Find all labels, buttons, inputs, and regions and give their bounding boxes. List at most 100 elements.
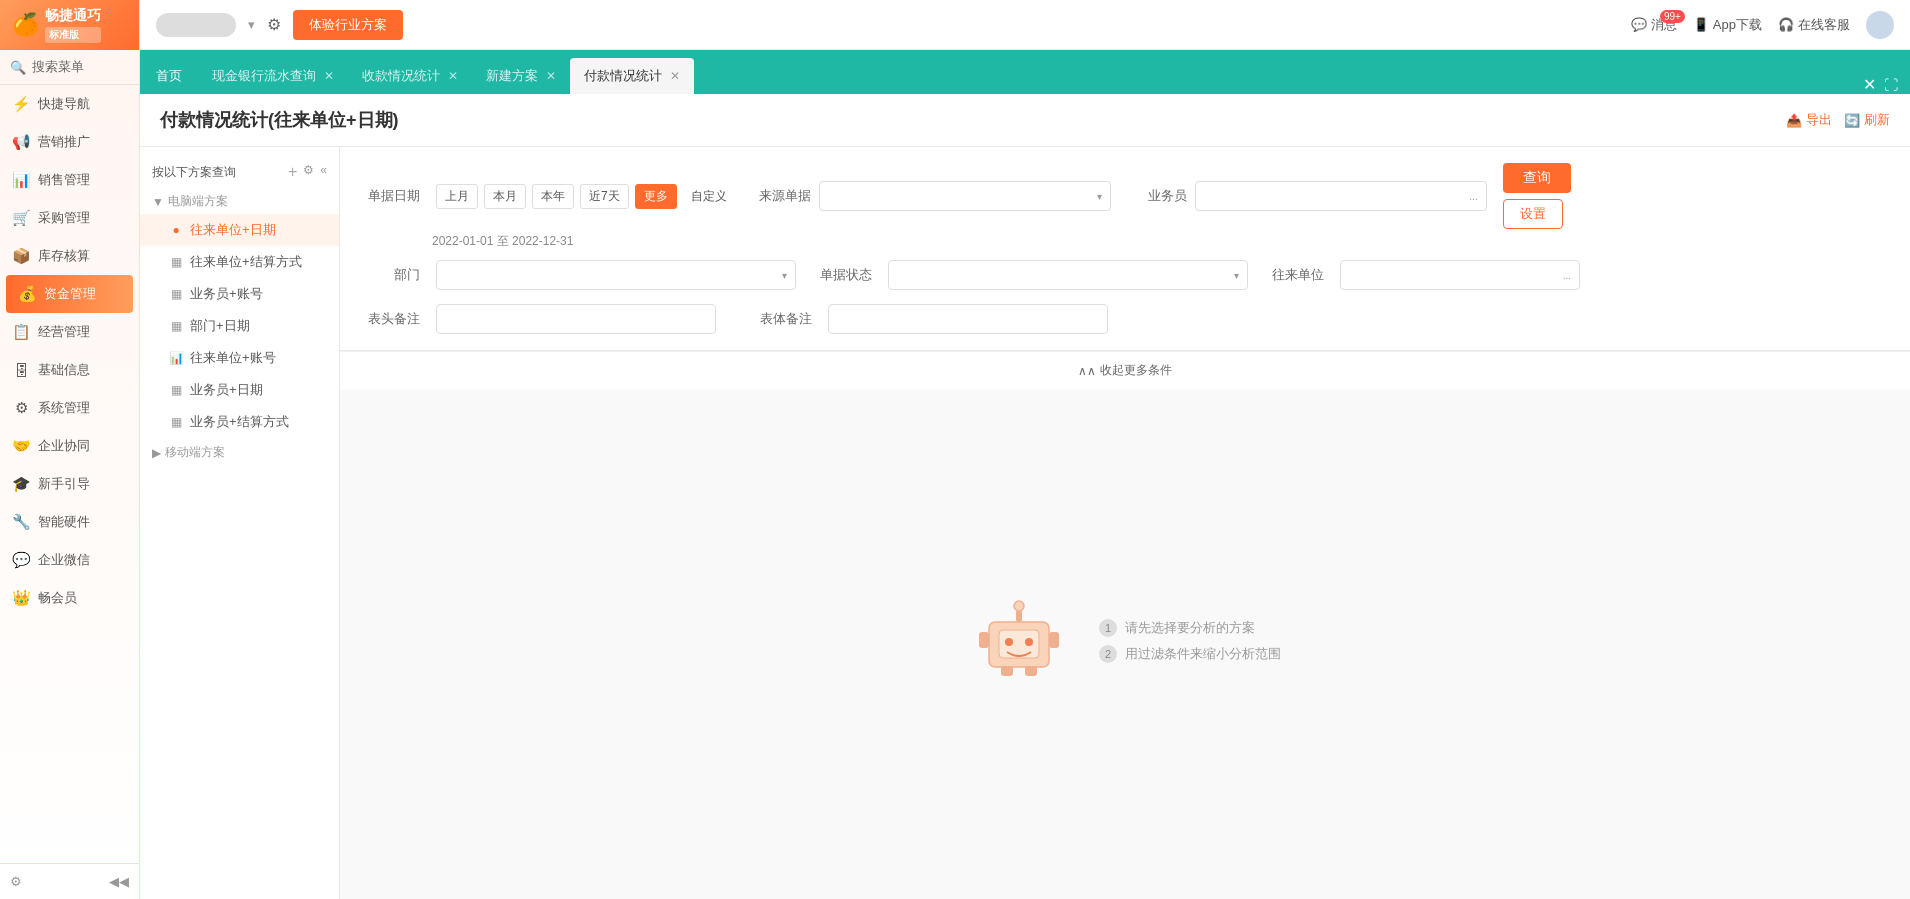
query-btn[interactable]: 查询 [1503,163,1571,193]
sidebar-item-basic-info[interactable]: 🗄 基础信息 [0,351,139,389]
sidebar-item-label: 销售管理 [38,171,90,189]
app-download-btn[interactable]: 📱 App下载 [1693,16,1762,34]
sidebar-item-inventory[interactable]: 📦 库存核算 [0,237,139,275]
source-doc-select[interactable]: ▾ [819,181,1111,211]
tab-home[interactable]: 首页 [140,58,198,94]
sidebar: 🍊 畅捷通巧 标准版 🔍 搜索菜单 ⚡ 快捷导航 📢 营销推广 📊 销售管理 🛒… [0,0,140,899]
tab-receipt-stats-label: 收款情况统计 [362,67,440,85]
sidebar-item-system[interactable]: ⚙ 系统管理 [0,389,139,427]
mobile-scheme-group[interactable]: ▶ 移动端方案 [140,438,339,465]
scheme-staff-date[interactable]: ▦ 业务员+日期 [140,374,339,406]
svg-rect-6 [1016,610,1022,622]
scheme-staff-settle[interactable]: ▦ 业务员+结算方式 [140,406,339,438]
date-more[interactable]: 更多 [635,184,677,209]
scheme-item-label: 往来单位+结算方式 [190,253,302,271]
staff-select[interactable]: ... [1195,181,1487,211]
settings-btn[interactable]: 设置 [1503,199,1563,229]
scheme-dept-date[interactable]: ▦ 部门+日期 [140,310,339,342]
trial-btn[interactable]: 体验行业方案 [293,10,403,40]
scheme-unit-settle[interactable]: ▦ 往来单位+结算方式 [140,246,339,278]
online-service-btn[interactable]: 🎧 在线客服 [1778,16,1850,34]
date-this-year[interactable]: 本年 [532,184,574,209]
user-profile-avatar[interactable] [1866,11,1894,39]
date-custom[interactable]: 自定义 [683,185,735,208]
message-icon: 💬 [1631,17,1647,32]
settings-gear-icon[interactable]: ⚙ [267,15,281,34]
svg-point-3 [1025,638,1033,646]
tab-receipt-stats[interactable]: 收款情况统计 ✕ [348,58,472,94]
collapse-bar[interactable]: ∧∧ 收起更多条件 [340,351,1910,389]
sidebar-item-quick-nav[interactable]: ⚡ 快捷导航 [0,85,139,123]
app-badge: 标准版 [45,27,101,43]
scheme-unit-account[interactable]: 📊 往来单位+账号 [140,342,339,374]
date-last-month[interactable]: 上月 [436,184,478,209]
sidebar-item-guide[interactable]: 🎓 新手引导 [0,465,139,503]
counterpart-label: 往来单位 [1264,266,1324,284]
left-panel-actions: + ⚙ « [288,163,327,181]
online-service-label: 在线客服 [1798,16,1850,34]
left-panel-header-label: 按以下方案查询 [152,164,236,181]
empty-state: 1 请先选择要分析的方案 2 用过滤条件来缩小分析范围 [969,592,1281,698]
scheme-table-icon3: ▦ [168,318,184,334]
export-btn[interactable]: 📤 导出 [1786,111,1832,129]
page-header: 付款情况统计(往来单位+日期) 📤 导出 🔄 刷新 [140,94,1910,147]
doc-status-select[interactable]: ▾ [888,260,1248,290]
scheme-staff-account[interactable]: ▦ 业务员+账号 [140,278,339,310]
tab-new-plan-close[interactable]: ✕ [546,69,556,83]
sidebar-item-capital[interactable]: 💰 资金管理 [6,275,133,313]
sidebar-item-purchase[interactable]: 🛒 采购管理 [0,199,139,237]
date-this-month[interactable]: 本月 [484,184,526,209]
header-note-input[interactable] [436,304,716,334]
user-dropdown-arrow[interactable]: ▾ [248,17,255,32]
dept-label: 部门 [360,266,420,284]
desktop-scheme-group[interactable]: ▼ 电脑端方案 [140,187,339,214]
refresh-icon: 🔄 [1844,113,1860,128]
staff-arrow: ... [1469,191,1477,202]
footer-settings-icon[interactable]: ⚙ [10,874,22,889]
messages-badge: 99+ [1660,10,1685,23]
close-all-tabs-icon[interactable]: ✕ [1863,75,1876,94]
tab-receipt-stats-close[interactable]: ✕ [448,69,458,83]
tab-new-plan-label: 新建方案 [486,67,538,85]
sidebar-item-label: 采购管理 [38,209,90,227]
sidebar-item-marketing[interactable]: 📢 营销推广 [0,123,139,161]
tab-new-plan[interactable]: 新建方案 ✕ [472,58,570,94]
inventory-icon: 📦 [12,247,30,265]
sidebar-item-label: 企业协同 [38,437,90,455]
scheme-settings-icon[interactable]: ⚙ [303,163,314,181]
tab-payment-stats-close[interactable]: ✕ [670,69,680,83]
svg-rect-4 [979,632,989,648]
add-scheme-icon[interactable]: + [288,163,297,181]
sidebar-item-wechat[interactable]: 💬 企业微信 [0,541,139,579]
search-icon: 🔍 [10,60,26,75]
refresh-btn[interactable]: 🔄 刷新 [1844,111,1890,129]
scheme-active-icon: ● [168,222,184,238]
counterpart-select[interactable]: ... [1340,260,1580,290]
messages-btn[interactable]: 💬 消息 99+ [1631,16,1677,34]
sidebar-item-member[interactable]: 👑 畅会员 [0,579,139,617]
tab-bank-flow-close[interactable]: ✕ [324,69,334,83]
maximize-icon[interactable]: ⛶ [1884,77,1898,93]
sidebar-item-label: 库存核算 [38,247,90,265]
sidebar-item-label: 基础信息 [38,361,90,379]
sidebar-item-sales[interactable]: 📊 销售管理 [0,161,139,199]
sidebar-item-operations[interactable]: 📋 经营管理 [0,313,139,351]
footer-collapse-icon[interactable]: ◀◀ [109,874,129,889]
dept-select[interactable]: ▾ [436,260,796,290]
date-last-7days[interactable]: 近7天 [580,184,629,209]
mobile-group-label: 移动端方案 [165,444,225,461]
export-label: 导出 [1806,111,1832,129]
body-note-input[interactable] [828,304,1108,334]
sidebar-item-label: 企业微信 [38,551,90,569]
scheme-chart-icon: 📊 [168,350,184,366]
scheme-unit-date[interactable]: ● 往来单位+日期 [140,214,339,246]
tab-bank-flow[interactable]: 现金银行流水查询 ✕ [198,58,348,94]
tab-payment-stats[interactable]: 付款情况统计 ✕ [570,58,694,94]
search-menu[interactable]: 🔍 搜索菜单 [0,50,139,85]
body-note-label: 表体备注 [752,310,812,328]
user-avatar [156,13,236,37]
sidebar-item-smart-hw[interactable]: 🔧 智能硬件 [0,503,139,541]
sidebar-item-label: 新手引导 [38,475,90,493]
scheme-collapse-icon[interactable]: « [320,163,327,181]
sidebar-item-enterprise[interactable]: 🤝 企业协同 [0,427,139,465]
